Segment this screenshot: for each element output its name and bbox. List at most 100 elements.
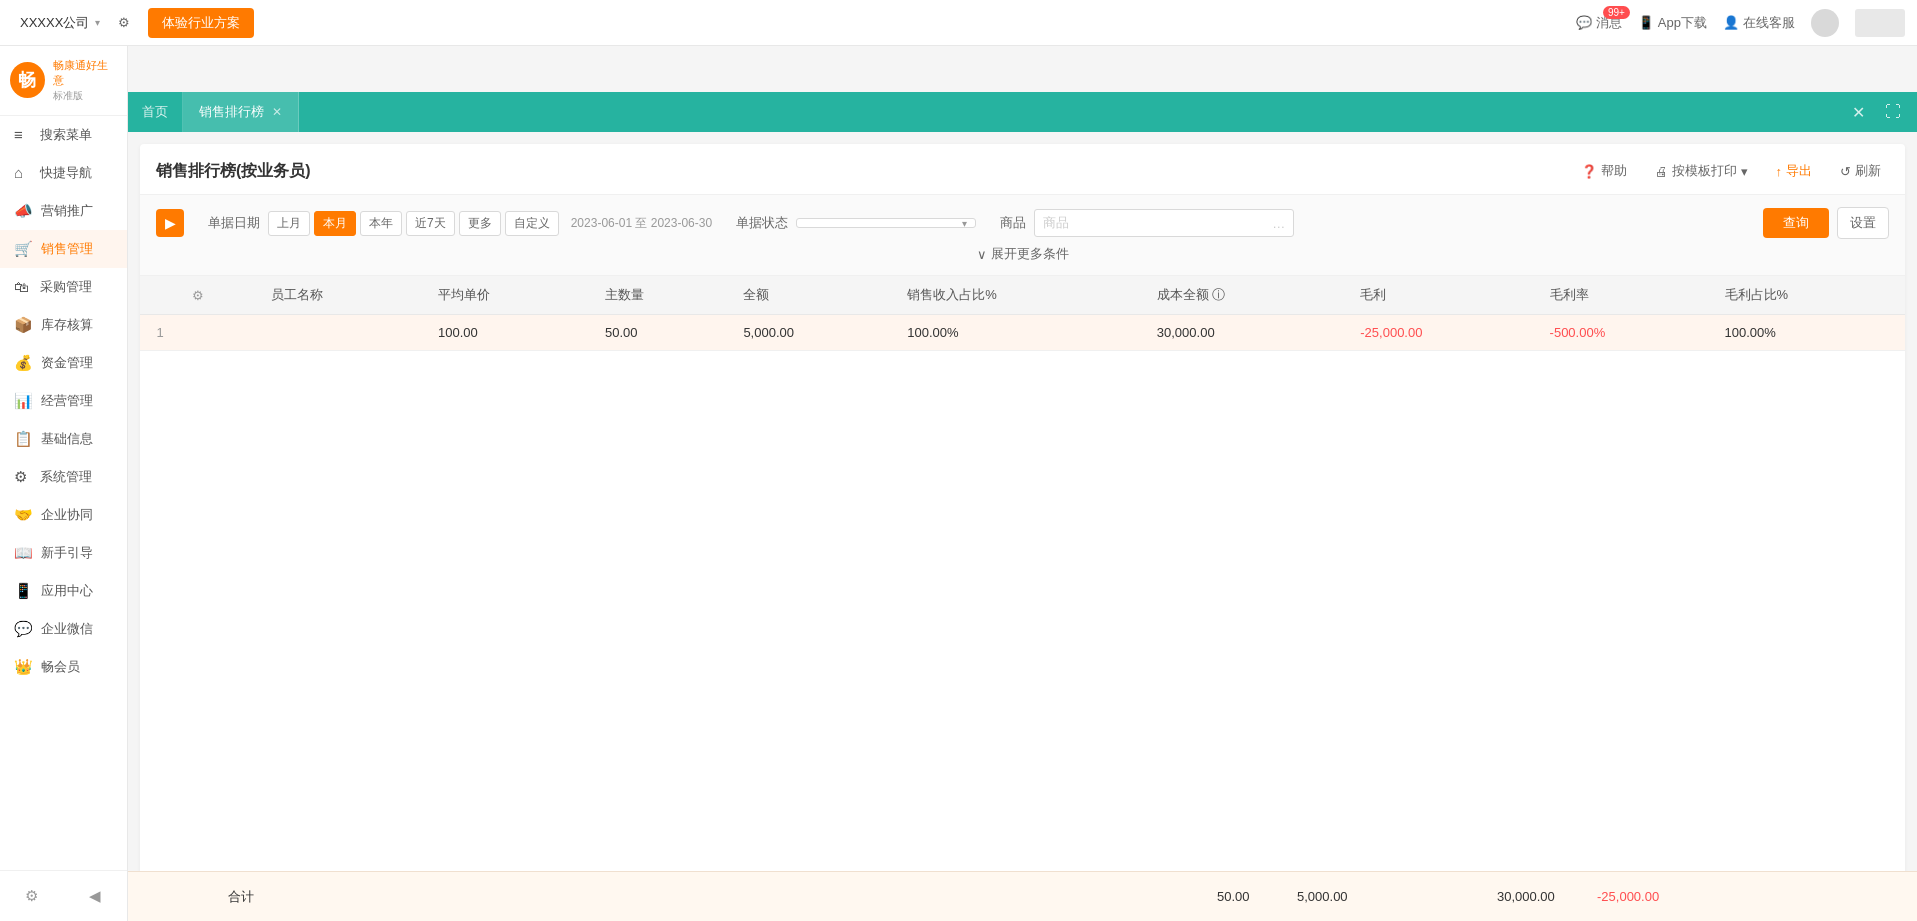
coop-icon: 🤝 — [14, 506, 33, 524]
tab-bar: 首页 销售排行榜 ✕ ✕ ⛶ — [128, 92, 1917, 132]
sidebar-item-newbie-guide[interactable]: 📖 新手引导 — [0, 534, 127, 572]
marketing-icon: 📣 — [14, 202, 33, 220]
message-icon: 💬 — [1576, 15, 1592, 30]
sidebar-item-enterprise-wechat[interactable]: 💬 企业微信 — [0, 610, 127, 648]
sidebar-item-label: 快捷导航 — [40, 164, 92, 182]
tab-close-window-btn[interactable]: ✕ — [1844, 99, 1873, 126]
sidebar-item-app-center[interactable]: 📱 应用中心 — [0, 572, 127, 610]
tab-home[interactable]: 首页 — [128, 92, 183, 132]
sidebar-item-label: 资金管理 — [41, 354, 93, 372]
footer-cost-amount: 30,000.00 — [1497, 889, 1597, 904]
template-print-btn[interactable]: 🖨 按模板打印 ▾ — [1647, 158, 1756, 184]
sidebar-bottom: ⚙ ◀ — [0, 870, 127, 921]
export-label: 导出 — [1786, 162, 1812, 180]
cell-employee — [259, 315, 426, 351]
cell-main-qty: 50.00 — [593, 315, 731, 351]
footer-amount: 5,000.00 — [1297, 889, 1397, 904]
status-label: 单据状态 — [736, 214, 788, 232]
page-title: 销售排行榜(按业务员) — [156, 161, 311, 182]
sidebar-settings-btn[interactable]: ⚙ — [0, 879, 64, 913]
trial-btn[interactable]: 体验行业方案 — [148, 8, 254, 38]
company-name: XXXXX公司 — [20, 14, 89, 32]
cell-gross-profit: -25,000.00 — [1348, 315, 1537, 351]
this-year-btn[interactable]: 本年 — [360, 211, 402, 236]
sidebar-item-operation[interactable]: 📊 经营管理 — [0, 382, 127, 420]
purchase-icon: 🛍 — [14, 278, 32, 295]
sidebar-item-label: 销售管理 — [41, 240, 93, 258]
filter-right-btns: 查询 设置 — [1763, 207, 1889, 239]
sidebar-item-basic-info[interactable]: 📋 基础信息 — [0, 420, 127, 458]
custom-btn[interactable]: 自定义 — [505, 211, 559, 236]
last-month-btn[interactable]: 上月 — [268, 211, 310, 236]
sidebar-collapse-btn[interactable]: ◀ — [64, 879, 128, 913]
filter-row-1: ▶ 单据日期 上月 本月 本年 近7天 更多 自定义 2023-06-01 至 … — [156, 207, 1889, 239]
sidebar-item-label: 企业微信 — [41, 620, 93, 638]
expand-more-btn[interactable]: ∨ 展开更多条件 — [977, 245, 1069, 263]
refresh-btn[interactable]: ↺ 刷新 — [1832, 158, 1889, 184]
sales-icon: 🛒 — [14, 240, 33, 258]
sidebar-item-quick-nav[interactable]: ⌂ 快捷导航 — [0, 154, 127, 192]
sidebar-item-marketing[interactable]: 📣 营销推广 — [0, 192, 127, 230]
this-month-btn[interactable]: 本月 — [314, 211, 356, 236]
filter-toggle-btn[interactable]: ▶ — [156, 209, 184, 237]
filter-row-2: ∨ 展开更多条件 — [156, 239, 1889, 263]
tab-close-icon[interactable]: ✕ — [272, 105, 282, 119]
filter-settings-btn[interactable]: 设置 — [1837, 207, 1889, 239]
page-header: 销售排行榜(按业务员) ❓ 帮助 🖨 按模板打印 ▾ ↑ 导出 — [140, 144, 1905, 195]
export-icon: ↑ — [1776, 164, 1783, 179]
date-range-text: 2023-06-01 至 2023-06-30 — [571, 215, 712, 232]
goods-select[interactable]: 商品 … — [1034, 209, 1294, 237]
last-7-days-btn[interactable]: 近7天 — [406, 211, 455, 236]
sidebar-item-sys-mgmt[interactable]: ⚙ 系统管理 — [0, 458, 127, 496]
expand-chevron-icon: ∨ — [977, 247, 987, 262]
online-service-label: 在线客服 — [1743, 14, 1795, 32]
inventory-icon: 📦 — [14, 316, 33, 334]
date-filter: 单据日期 上月 本月 本年 近7天 更多 自定义 2023-06-01 至 20… — [208, 211, 712, 236]
company-selector[interactable]: XXXXX公司 ▾ — [12, 10, 108, 36]
operation-icon: 📊 — [14, 392, 33, 410]
col-main-qty: 主数量 — [593, 276, 731, 315]
wechat-icon: 💬 — [14, 620, 33, 638]
service-icon: 👤 — [1723, 15, 1739, 30]
cell-settings-col — [180, 315, 259, 351]
help-btn[interactable]: ❓ 帮助 — [1573, 158, 1635, 184]
export-btn[interactable]: ↑ 导出 — [1768, 158, 1821, 184]
tab-home-label: 首页 — [142, 103, 168, 121]
date-label: 单据日期 — [208, 214, 260, 232]
tab-sales-ranking[interactable]: 销售排行榜 ✕ — [183, 92, 299, 132]
col-gross-rate: 毛利率 — [1538, 276, 1713, 315]
footer-main-qty: 50.00 — [1217, 889, 1297, 904]
sidebar-item-search-order[interactable]: ≡ 搜索菜单 — [0, 116, 127, 154]
sidebar-item-label: 应用中心 — [41, 582, 93, 600]
tab-maximize-btn[interactable]: ⛶ — [1877, 99, 1909, 125]
sidebar-item-inventory[interactable]: 📦 库存核算 — [0, 306, 127, 344]
sidebar-item-label: 营销推广 — [41, 202, 93, 220]
avatar[interactable] — [1811, 9, 1839, 37]
status-select[interactable]: ▾ — [796, 218, 976, 228]
user-name-area — [1855, 9, 1905, 37]
sidebar-item-sales-mgmt[interactable]: 🛒 销售管理 — [0, 230, 127, 268]
app-download-label: App下载 — [1658, 14, 1707, 32]
sidebar-item-enterprise-coop[interactable]: 🤝 企业协同 — [0, 496, 127, 534]
col-gross-ratio: 毛利占比% — [1713, 276, 1905, 315]
sidebar-item-member[interactable]: 👑 畅会员 — [0, 648, 127, 686]
data-table: ⚙ 员工名称 平均单价 主数量 全额 销售收入占比% 成本全额 ⓘ 毛利 毛利率… — [140, 276, 1905, 351]
logo-icon: 畅 — [10, 62, 45, 98]
sys-icon: ⚙ — [14, 468, 32, 486]
sidebar-item-purchase-mgmt[interactable]: 🛍 采购管理 — [0, 268, 127, 306]
app-download-btn[interactable]: 📱 App下载 — [1638, 14, 1707, 32]
query-btn[interactable]: 查询 — [1763, 208, 1829, 238]
sidebar-item-label: 新手引导 — [41, 544, 93, 562]
online-service-btn[interactable]: 👤 在线客服 — [1723, 14, 1795, 32]
sidebar-item-label: 企业协同 — [41, 506, 93, 524]
app-icon: 📱 — [1638, 15, 1654, 30]
sidebar-item-finance[interactable]: 💰 资金管理 — [0, 344, 127, 382]
cell-avg-price: 100.00 — [426, 315, 593, 351]
col-avg-price: 平均单价 — [426, 276, 593, 315]
col-settings[interactable]: ⚙ — [180, 276, 259, 315]
message-btn[interactable]: 💬 消息 99+ — [1576, 14, 1622, 32]
more-btn[interactable]: 更多 — [459, 211, 501, 236]
cell-amount: 5,000.00 — [731, 315, 895, 351]
cell-gross-rate: -500.00% — [1538, 315, 1713, 351]
header-settings-icon[interactable]: ⚙ — [112, 9, 136, 36]
